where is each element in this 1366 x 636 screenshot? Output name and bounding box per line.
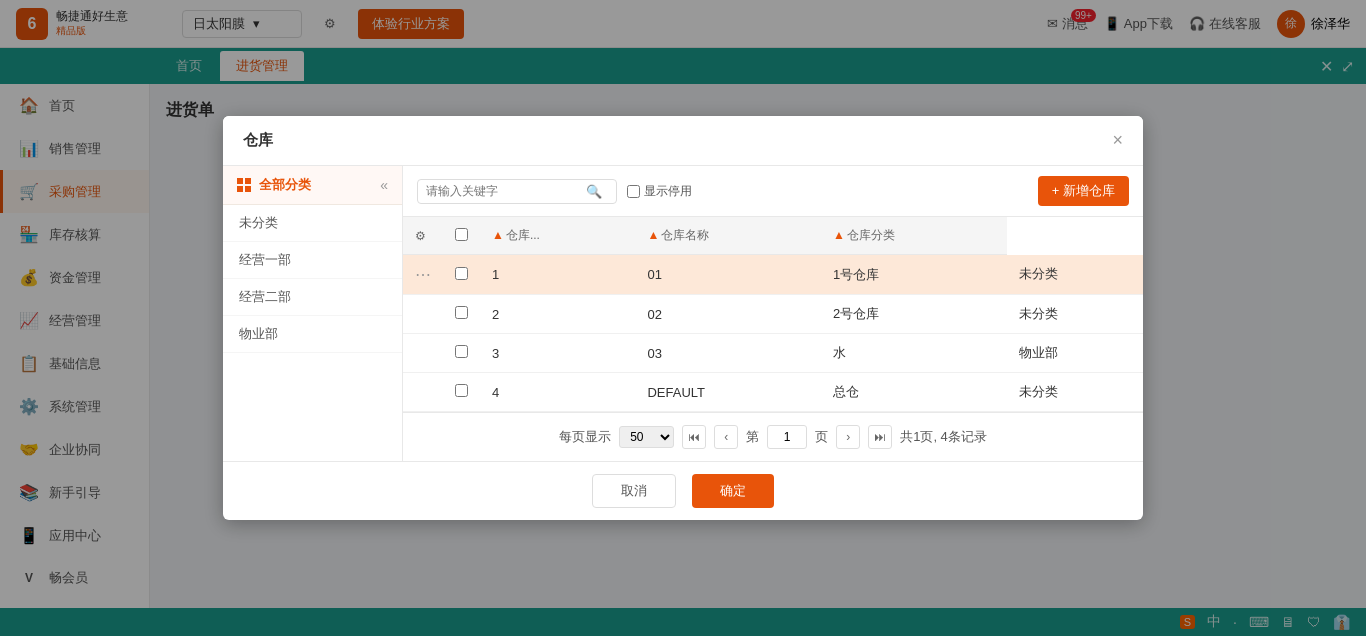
row-category: 未分类 [1007,255,1143,295]
row-checkbox[interactable] [455,384,468,397]
modal-header: 仓库 × [223,116,1143,166]
row-code: 03 [635,334,821,373]
row-name: 1号仓库 [821,255,1007,295]
row-name: 水 [821,334,1007,373]
row-settings [403,295,443,334]
select-all-checkbox[interactable] [455,228,468,241]
next-page-button[interactable]: › [836,425,860,449]
row-checkbox[interactable] [455,267,468,280]
show-disabled-label: 显示停用 [644,183,692,200]
row-name: 2号仓库 [821,295,1007,334]
modal-title: 仓库 [243,131,273,150]
search-icon[interactable]: 🔍 [586,184,602,199]
per-page-label: 每页显示 [559,428,611,446]
row-checkbox[interactable] [455,306,468,319]
search-input[interactable] [426,184,586,198]
prev-page-button[interactable]: ‹ [714,425,738,449]
table-row[interactable]: ⋯ 1 01 1号仓库 未分类 [403,255,1143,295]
col-checkbox [443,217,480,255]
row-index: 2 [480,295,635,334]
page-suffix: 页 [815,428,828,446]
col-name: ▲仓库名称 [635,217,821,255]
settings-col-icon: ⚙ [415,229,426,243]
pagination-bar: 每页显示 50 100 200 ⏮ ‹ 第 页 › ⏭ 共1页, 4条记录 [403,412,1143,461]
col-settings: ⚙ [403,217,443,255]
table-header-row: ⚙ ▲仓库... ▲仓库名称 ▲仓库分类 [403,217,1143,255]
confirm-button[interactable]: 确定 [692,474,774,508]
data-table: ⚙ ▲仓库... ▲仓库名称 ▲仓库分类 ⋯ 1 01 [403,217,1143,412]
category-header[interactable]: 全部分类 « [223,166,402,205]
total-records: 共1页, 4条记录 [900,428,987,446]
search-box: 🔍 [417,179,617,204]
row-name: 总仓 [821,373,1007,412]
table-row[interactable]: 4 DEFAULT 总仓 未分类 [403,373,1143,412]
row-index: 4 [480,373,635,412]
row-action-icon[interactable]: ⋯ [415,266,431,283]
add-warehouse-button[interactable]: + 新增仓库 [1038,176,1129,206]
table-toolbar: 🔍 显示停用 + 新增仓库 [403,166,1143,217]
row-check [443,255,480,295]
row-checkbox[interactable] [455,345,468,358]
grid-icon [237,178,251,192]
modal-footer: 取消 确定 [223,461,1143,520]
row-code: DEFAULT [635,373,821,412]
row-check [443,373,480,412]
row-category: 物业部 [1007,334,1143,373]
show-disabled-input[interactable] [627,185,640,198]
category-item-unclassified[interactable]: 未分类 [223,205,402,242]
row-category: 未分类 [1007,373,1143,412]
row-check [443,295,480,334]
all-categories-label: 全部分类 [237,176,311,194]
row-index: 3 [480,334,635,373]
row-category: 未分类 [1007,295,1143,334]
modal-close-button[interactable]: × [1112,130,1123,151]
first-page-button[interactable]: ⏮ [682,425,706,449]
col-code: ▲仓库... [480,217,635,255]
cancel-button[interactable]: 取消 [592,474,676,508]
category-item-dept1[interactable]: 经营一部 [223,242,402,279]
table-panel: 🔍 显示停用 + 新增仓库 ⚙ ▲仓库... ▲仓库名称 [403,166,1143,461]
per-page-select[interactable]: 50 100 200 [619,426,674,448]
row-code: 02 [635,295,821,334]
row-index: 1 [480,255,635,295]
table-row[interactable]: 3 03 水 物业部 [403,334,1143,373]
category-panel: 全部分类 « 未分类 经营一部 经营二部 物业部 [223,166,403,461]
row-settings [403,373,443,412]
col-category: ▲仓库分类 [821,217,1007,255]
category-item-dept2[interactable]: 经营二部 [223,279,402,316]
warehouse-table: ⚙ ▲仓库... ▲仓库名称 ▲仓库分类 ⋯ 1 01 [403,217,1143,412]
row-code: 01 [635,255,821,295]
page-number-input[interactable] [767,425,807,449]
row-settings: ⋯ [403,255,443,295]
row-check [443,334,480,373]
row-settings [403,334,443,373]
category-item-property[interactable]: 物业部 [223,316,402,353]
page-label: 第 [746,428,759,446]
modal-body: 全部分类 « 未分类 经营一部 经营二部 物业部 🔍 显示停用 + 新增仓库 [223,166,1143,461]
table-row[interactable]: 2 02 2号仓库 未分类 [403,295,1143,334]
show-disabled-checkbox[interactable]: 显示停用 [627,183,692,200]
last-page-button[interactable]: ⏭ [868,425,892,449]
collapse-category-button[interactable]: « [380,177,388,193]
warehouse-modal: 仓库 × 全部分类 « 未分类 经营一部 经营二部 物业部 [223,116,1143,520]
